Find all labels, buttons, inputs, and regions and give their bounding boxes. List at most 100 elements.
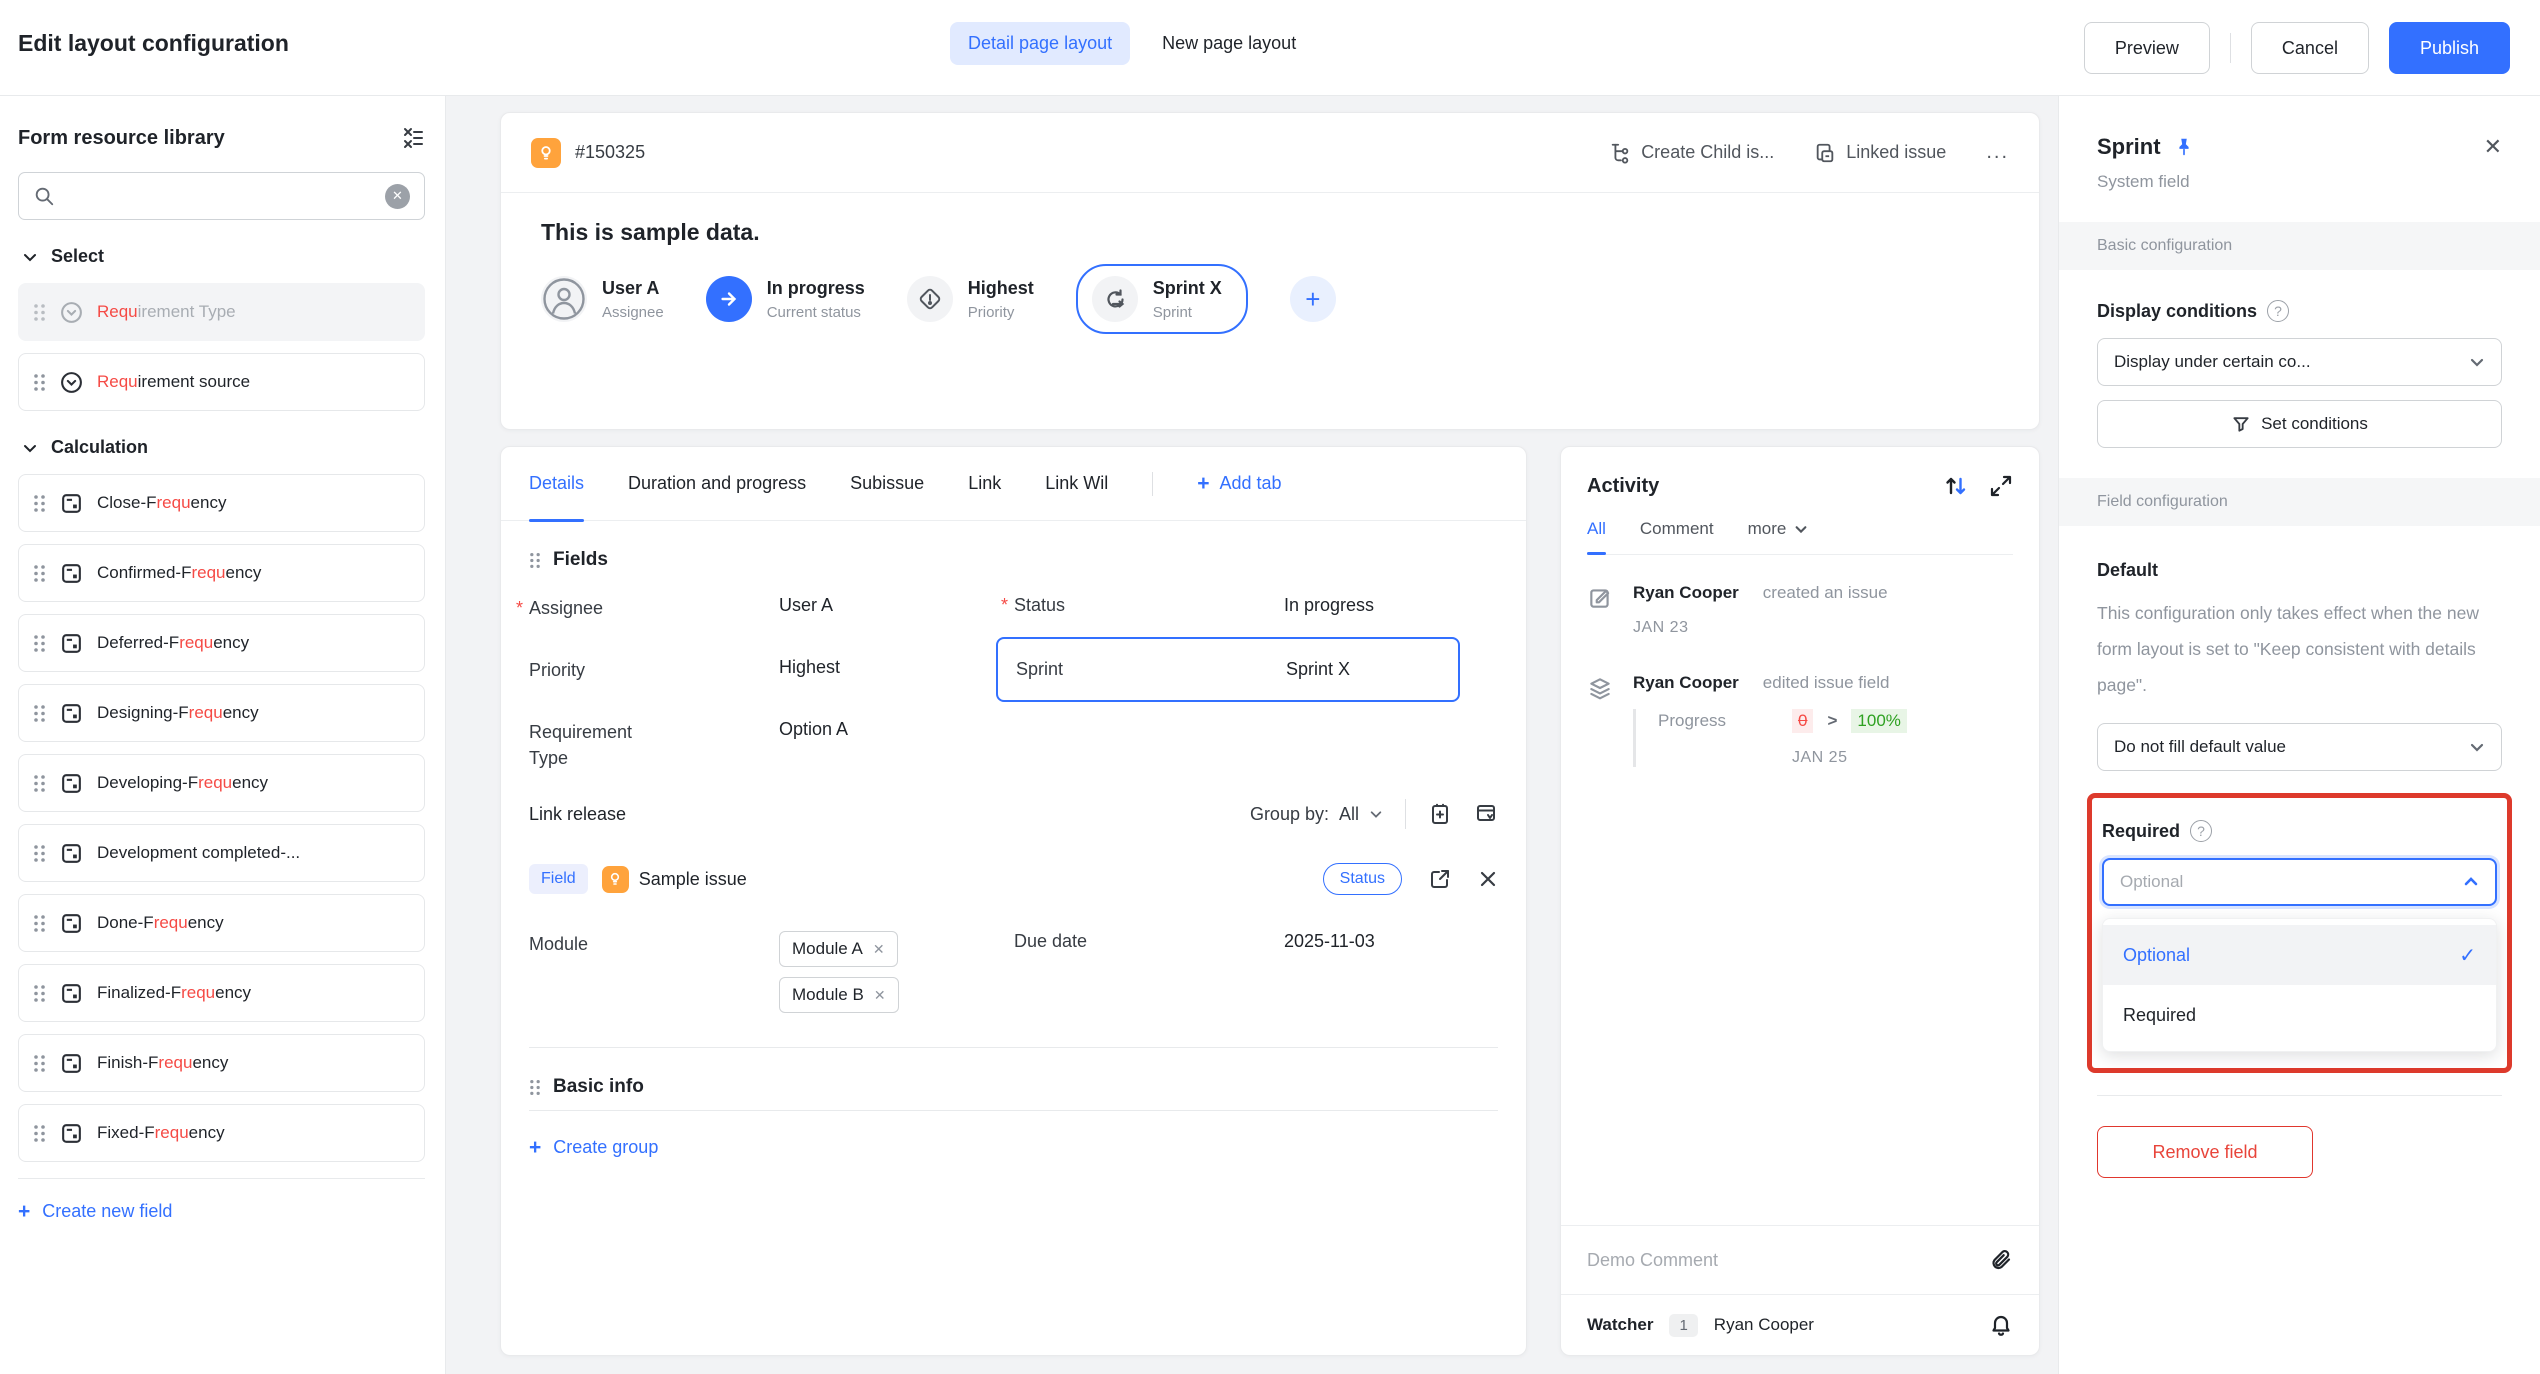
- field-item-label: Close-Frequency: [97, 493, 227, 512]
- top-bar: Edit layout configuration Detail page la…: [0, 0, 2540, 96]
- sort-order-icon[interactable]: [1943, 473, 1969, 499]
- help-icon[interactable]: ?: [2267, 300, 2290, 322]
- field-item-deferred-frequency[interactable]: Deferred-Frequency: [18, 614, 425, 672]
- drag-handle-icon: [34, 704, 45, 722]
- activity-user[interactable]: Ryan Cooper: [1633, 583, 1739, 602]
- tab-duration-progress[interactable]: Duration and progress: [628, 447, 806, 521]
- page-title: Edit layout configuration: [18, 30, 289, 56]
- edit-note-icon: [1587, 585, 1613, 637]
- linked-issue-button[interactable]: Linked issue: [1814, 142, 1946, 164]
- more-actions-icon[interactable]: ...: [1986, 141, 2009, 164]
- chevron-down-icon: [2469, 354, 2485, 370]
- status-pill-button[interactable]: Status: [1322, 863, 1402, 896]
- field-item-requirement-source[interactable]: Requirement source: [18, 353, 425, 411]
- collapse-sections-icon[interactable]: [401, 126, 425, 150]
- preview-button[interactable]: Preview: [2083, 22, 2210, 74]
- tab-details[interactable]: Details: [529, 447, 585, 522]
- publish-button[interactable]: Publish: [2388, 22, 2510, 74]
- tab-link-wil[interactable]: Link Wil: [1045, 447, 1108, 521]
- fields-group-header[interactable]: Fields: [501, 521, 1526, 577]
- view-settings-icon[interactable]: [1474, 802, 1498, 826]
- status-field-value[interactable]: In progress: [1284, 595, 1374, 616]
- field-item-fixed-frequency[interactable]: Fixed-Frequency: [18, 1104, 425, 1162]
- activity-tab-all[interactable]: All: [1587, 519, 1606, 555]
- field-item-development-completed[interactable]: Development completed-...: [18, 824, 425, 882]
- status-chip[interactable]: In progress Current status: [705, 276, 865, 322]
- drag-handle-icon: [34, 303, 45, 321]
- chevron-down-icon: [1370, 811, 1382, 819]
- field-item-developing-frequency[interactable]: Developing-Frequency: [18, 754, 425, 812]
- option-required[interactable]: Required: [2103, 985, 2496, 1045]
- remove-tag-icon[interactable]: ✕: [874, 987, 886, 1004]
- priority-field-value[interactable]: Highest: [779, 657, 1014, 678]
- remove-link-icon[interactable]: [1478, 869, 1498, 889]
- search-input[interactable]: [65, 187, 375, 205]
- watcher-name[interactable]: Ryan Cooper: [1714, 1315, 1814, 1335]
- create-child-issue-button[interactable]: Create Child is...: [1609, 142, 1774, 164]
- drag-handle-icon: [34, 1124, 45, 1142]
- pin-icon[interactable]: [2173, 136, 2195, 158]
- clear-search-icon[interactable]: ✕: [385, 183, 410, 209]
- activity-user[interactable]: Ryan Cooper: [1633, 673, 1739, 692]
- remove-tag-icon[interactable]: ✕: [873, 941, 885, 958]
- sprint-field-highlight[interactable]: Sprint Sprint X: [996, 637, 1460, 703]
- tab-subissue[interactable]: Subissue: [850, 447, 924, 521]
- field-item-finalized-frequency[interactable]: Finalized-Frequency: [18, 964, 425, 1022]
- field-item-designing-frequency[interactable]: Designing-Frequency: [18, 684, 425, 742]
- expand-panel-icon[interactable]: [1989, 474, 2013, 498]
- field-change-detail: Progress 0 > 100% JAN 25: [1633, 709, 2013, 767]
- sample-issue-title: Sample issue: [638, 868, 747, 889]
- required-select[interactable]: Optional: [2102, 858, 2497, 906]
- assignee-chip[interactable]: User A Assignee: [541, 276, 664, 322]
- create-group-button[interactable]: + Create group: [529, 1137, 1498, 1158]
- tab-link[interactable]: Link: [968, 447, 1001, 521]
- field-item-label: Confirmed-Frequency: [97, 563, 262, 582]
- tab-detail-page-layout[interactable]: Detail page layout: [950, 22, 1131, 65]
- activity-tab-comment[interactable]: Comment: [1640, 519, 1714, 554]
- field-item-requirement-type: Requirement Type: [18, 283, 425, 341]
- section-calculation[interactable]: Calculation: [22, 437, 425, 458]
- default-value-select[interactable]: Do not fill default value: [2097, 723, 2502, 771]
- assignee-field-value[interactable]: User A: [779, 595, 1014, 616]
- close-panel-icon[interactable]: ✕: [2484, 134, 2502, 160]
- set-conditions-button[interactable]: Set conditions: [2097, 400, 2502, 448]
- field-item-done-frequency[interactable]: Done-Frequency: [18, 894, 425, 952]
- section-select[interactable]: Select: [22, 246, 425, 267]
- comment-input[interactable]: Demo Comment: [1561, 1225, 2039, 1294]
- sprint-chip[interactable]: Sprint X Sprint: [1075, 264, 1248, 334]
- field-item-finish-frequency[interactable]: Finish-Frequency: [18, 1034, 425, 1092]
- module-tag[interactable]: Module B ✕: [779, 977, 899, 1014]
- remove-field-button[interactable]: Remove field: [2097, 1126, 2313, 1178]
- layout-preview-area: #150325 Create Child is... Linked issue …: [446, 96, 2058, 1374]
- basic-info-group-header[interactable]: Basic info: [501, 1048, 1526, 1104]
- due-date-field-value[interactable]: 2025-11-03: [1284, 931, 1375, 952]
- sprint-field-value[interactable]: Sprint X: [1286, 659, 1350, 680]
- priority-chip[interactable]: Highest Priority: [906, 276, 1034, 322]
- add-linked-item-icon[interactable]: [1428, 802, 1452, 826]
- field-item-label: Finish-Frequency: [97, 1053, 229, 1072]
- field-item-confirmed-frequency[interactable]: Confirmed-Frequency: [18, 544, 425, 602]
- requirement-type-field-value[interactable]: Option A: [779, 719, 1014, 740]
- field-item-close-frequency[interactable]: Close-Frequency: [18, 474, 425, 532]
- group-by-dropdown[interactable]: Group by: All: [1250, 804, 1383, 825]
- cancel-button[interactable]: Cancel: [2250, 22, 2369, 74]
- drag-handle-icon: [34, 634, 45, 652]
- create-new-field-button[interactable]: + Create new field: [18, 1201, 425, 1222]
- linked-sample-issue-row[interactable]: Field Sample issue Status: [501, 829, 1526, 896]
- add-field-chip-button[interactable]: +: [1289, 276, 1336, 322]
- chevron-down-icon: [1795, 526, 1807, 534]
- field-item-label: Designing-Frequency: [97, 703, 259, 722]
- module-tag[interactable]: Module A ✕: [779, 931, 898, 968]
- display-conditions-select[interactable]: Display under certain co...: [2097, 338, 2502, 386]
- activity-tab-more[interactable]: more: [1748, 519, 1809, 554]
- basic-configuration-section-header: Basic configuration: [2059, 222, 2540, 270]
- search-box[interactable]: ✕: [18, 172, 425, 220]
- tab-new-page-layout[interactable]: New page layout: [1144, 22, 1314, 65]
- bell-icon[interactable]: [1989, 1313, 2013, 1337]
- option-optional[interactable]: Optional ✓: [2103, 925, 2496, 985]
- drag-handle-icon: [530, 552, 540, 568]
- attachment-icon[interactable]: [1989, 1248, 2013, 1272]
- help-icon[interactable]: ?: [2190, 820, 2213, 842]
- open-in-new-icon[interactable]: [1428, 867, 1452, 891]
- add-tab-button[interactable]: + Add tab: [1197, 473, 1281, 494]
